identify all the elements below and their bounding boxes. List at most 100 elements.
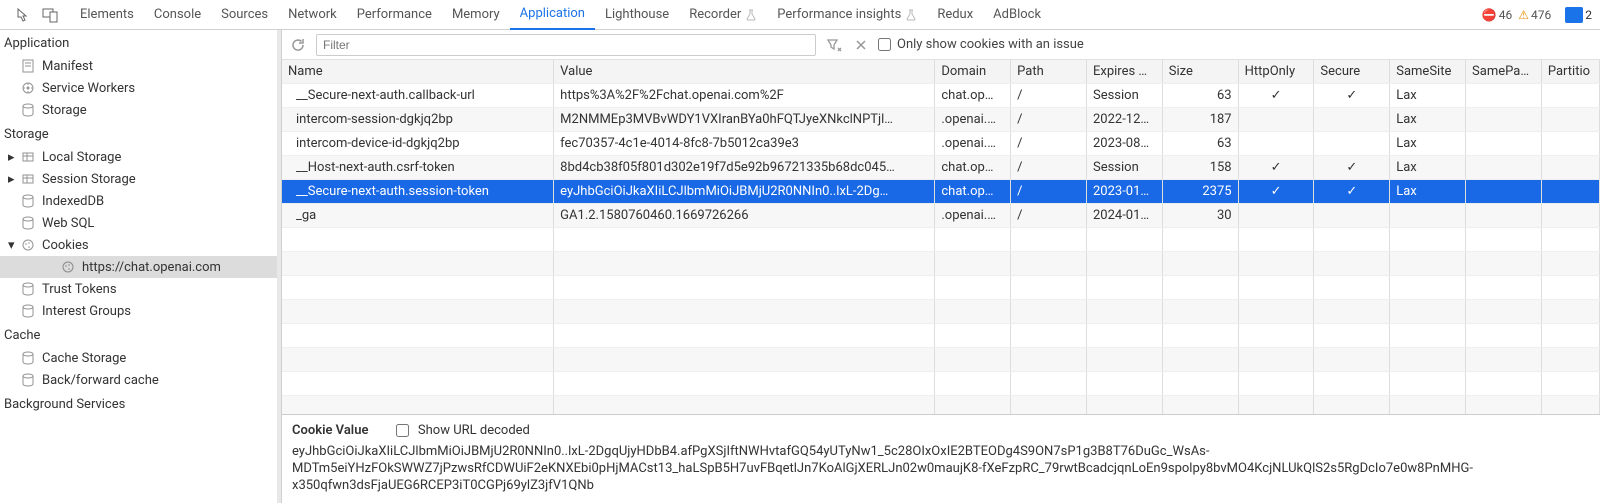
sidebar-item-https-chat-openai-com[interactable]: https://chat.openai.com: [0, 256, 277, 278]
cookie-value-text[interactable]: eyJhbGciOiJkaXIiLCJlbmMiOiJBMjU2R0NNIn0.…: [292, 444, 1590, 495]
manifest-icon: [20, 58, 36, 74]
cookies-icon: [20, 237, 36, 253]
sidebar-item-cookies[interactable]: ▾Cookies: [0, 234, 277, 256]
cell-samesite: Lax: [1390, 156, 1466, 180]
col-expires[interactable]: Expires …: [1086, 60, 1162, 84]
cell-http: [1238, 132, 1314, 156]
device-toggle-icon[interactable]: [42, 7, 60, 23]
cell-expires: 2024-01…: [1086, 204, 1162, 228]
cell-secure: [1314, 132, 1390, 156]
sidebar-resize-handle[interactable]: [277, 30, 281, 503]
tree-twisty-icon: ▸: [8, 172, 20, 187]
table-row-empty: [282, 252, 1600, 276]
tab-adblock[interactable]: AdBlock: [983, 0, 1051, 30]
cell-domain: chat.op…: [935, 84, 1011, 108]
interest-groups-icon: [20, 303, 36, 319]
error-count: 46: [1499, 8, 1513, 22]
cookie-value-label: Cookie Value: [292, 423, 368, 438]
tab-network[interactable]: Network: [278, 0, 347, 30]
col-value[interactable]: Value: [554, 60, 935, 84]
cell-name: __Secure-next-auth.callback-url: [282, 84, 554, 108]
sidebar-item-service-workers[interactable]: Service Workers: [0, 77, 277, 99]
col-path[interactable]: Path: [1011, 60, 1087, 84]
table-row[interactable]: __Host-next-auth.csrf-token8bd4cb38f05f8…: [282, 156, 1600, 180]
col-name[interactable]: Name: [282, 60, 554, 84]
cell-part: [1541, 180, 1599, 204]
experiment-icon: [745, 9, 757, 21]
tab-memory[interactable]: Memory: [442, 0, 510, 30]
tab-redux[interactable]: Redux: [927, 0, 983, 30]
table-row[interactable]: _gaGA1.2.1580760460.1669726266.openai.…/…: [282, 204, 1600, 228]
cell-path: /: [1011, 180, 1087, 204]
inspect-element-icon[interactable]: [16, 7, 32, 23]
error-warning-badge[interactable]: ⛔ 46 ⚠ 476: [1482, 8, 1551, 22]
cell-samep: [1466, 108, 1542, 132]
sidebar-item-label: Interest Groups: [42, 304, 131, 319]
col-httponly[interactable]: HttpOnly: [1238, 60, 1314, 84]
col-secure[interactable]: Secure: [1314, 60, 1390, 84]
cell-secure: [1314, 108, 1390, 132]
table-row[interactable]: intercom-session-dgkjq2bpM2NMMEp3MVBvWDY…: [282, 108, 1600, 132]
section-storage: Storage: [0, 121, 277, 146]
cell-path: /: [1011, 84, 1087, 108]
reload-icon[interactable]: [288, 35, 308, 55]
sidebar-item-cache-storage[interactable]: Cache Storage: [0, 347, 277, 369]
cell-path: /: [1011, 132, 1087, 156]
tab-performance-insights[interactable]: Performance insights: [767, 0, 927, 30]
cell-value: fec70357-4c1e-4014-8fc8-7b5012ca39e3: [554, 132, 935, 156]
cookies-table: NameValueDomainPathExpires …SizeHttpOnly…: [282, 60, 1600, 415]
table-row-empty: [282, 228, 1600, 252]
sidebar-item-indexeddb[interactable]: IndexedDB: [0, 190, 277, 212]
url-decoded-checkbox[interactable]: [396, 424, 409, 437]
cell-secure: ✓: [1314, 156, 1390, 180]
experiment-icon: [905, 9, 917, 21]
sidebar-item-session-storage[interactable]: ▸Session Storage: [0, 168, 277, 190]
cell-value: 8bd4cb38f05f801d302e19f7d5e92b96721335b6…: [554, 156, 935, 180]
sidebar-item-interest-groups[interactable]: Interest Groups: [0, 300, 277, 322]
tab-elements[interactable]: Elements: [70, 0, 144, 30]
only-issue-checkbox-input[interactable]: [878, 38, 891, 51]
sidebar-item-manifest[interactable]: Manifest: [0, 55, 277, 77]
cell-domain: .openai.…: [935, 204, 1011, 228]
table-row-empty: [282, 276, 1600, 300]
cell-value: GA1.2.1580760460.1669726266: [554, 204, 935, 228]
tab-console[interactable]: Console: [144, 0, 211, 30]
sidebar-item-trust-tokens[interactable]: Trust Tokens: [0, 278, 277, 300]
table-row[interactable]: __Secure-next-auth.callback-urlhttps%3A%…: [282, 84, 1600, 108]
sidebar-item-web-sql[interactable]: Web SQL: [0, 212, 277, 234]
col-domain[interactable]: Domain: [935, 60, 1011, 84]
tab-lighthouse[interactable]: Lighthouse: [595, 0, 679, 30]
table-row[interactable]: intercom-device-id-dgkjq2bpfec70357-4c1e…: [282, 132, 1600, 156]
cell-name: __Secure-next-auth.session-token: [282, 180, 554, 204]
sidebar-item-label: https://chat.openai.com: [82, 260, 221, 275]
cookie-detail-panel: Cookie Value Show URL decoded eyJhbGciOi…: [282, 415, 1600, 503]
messages-count: 2: [1585, 8, 1592, 22]
clear-filter-icon[interactable]: [824, 35, 844, 55]
col-samepa[interactable]: SamePa…: [1466, 60, 1542, 84]
messages-icon[interactable]: 2: [1557, 7, 1592, 23]
col-samesite[interactable]: SameSite: [1390, 60, 1466, 84]
sidebar-item-label: Web SQL: [42, 216, 94, 231]
sidebar-item-storage[interactable]: Storage: [0, 99, 277, 121]
sidebar-item-local-storage[interactable]: ▸Local Storage: [0, 146, 277, 168]
tab-sources[interactable]: Sources: [211, 0, 278, 30]
cell-size: 187: [1162, 108, 1238, 132]
cell-size: 63: [1162, 84, 1238, 108]
sidebar-item-back-forward-cache[interactable]: Back/forward cache: [0, 369, 277, 391]
clear-all-icon[interactable]: [852, 36, 870, 54]
cell-samep: [1466, 132, 1542, 156]
col-size[interactable]: Size: [1162, 60, 1238, 84]
session-storage-icon: [20, 171, 36, 187]
tab-performance[interactable]: Performance: [347, 0, 442, 30]
cookies-table-wrap[interactable]: NameValueDomainPathExpires …SizeHttpOnly…: [282, 60, 1600, 415]
cell-samep: [1466, 204, 1542, 228]
only-issue-checkbox[interactable]: Only show cookies with an issue: [878, 37, 1084, 52]
tab-recorder[interactable]: Recorder: [679, 0, 767, 30]
col-partitio[interactable]: Partitio: [1541, 60, 1599, 84]
table-row-empty: [282, 372, 1600, 396]
cell-http: ✓: [1238, 84, 1314, 108]
filter-input[interactable]: [316, 34, 816, 56]
cell-part: [1541, 84, 1599, 108]
table-row[interactable]: __Secure-next-auth.session-tokeneyJhbGci…: [282, 180, 1600, 204]
tab-application[interactable]: Application: [510, 0, 595, 30]
